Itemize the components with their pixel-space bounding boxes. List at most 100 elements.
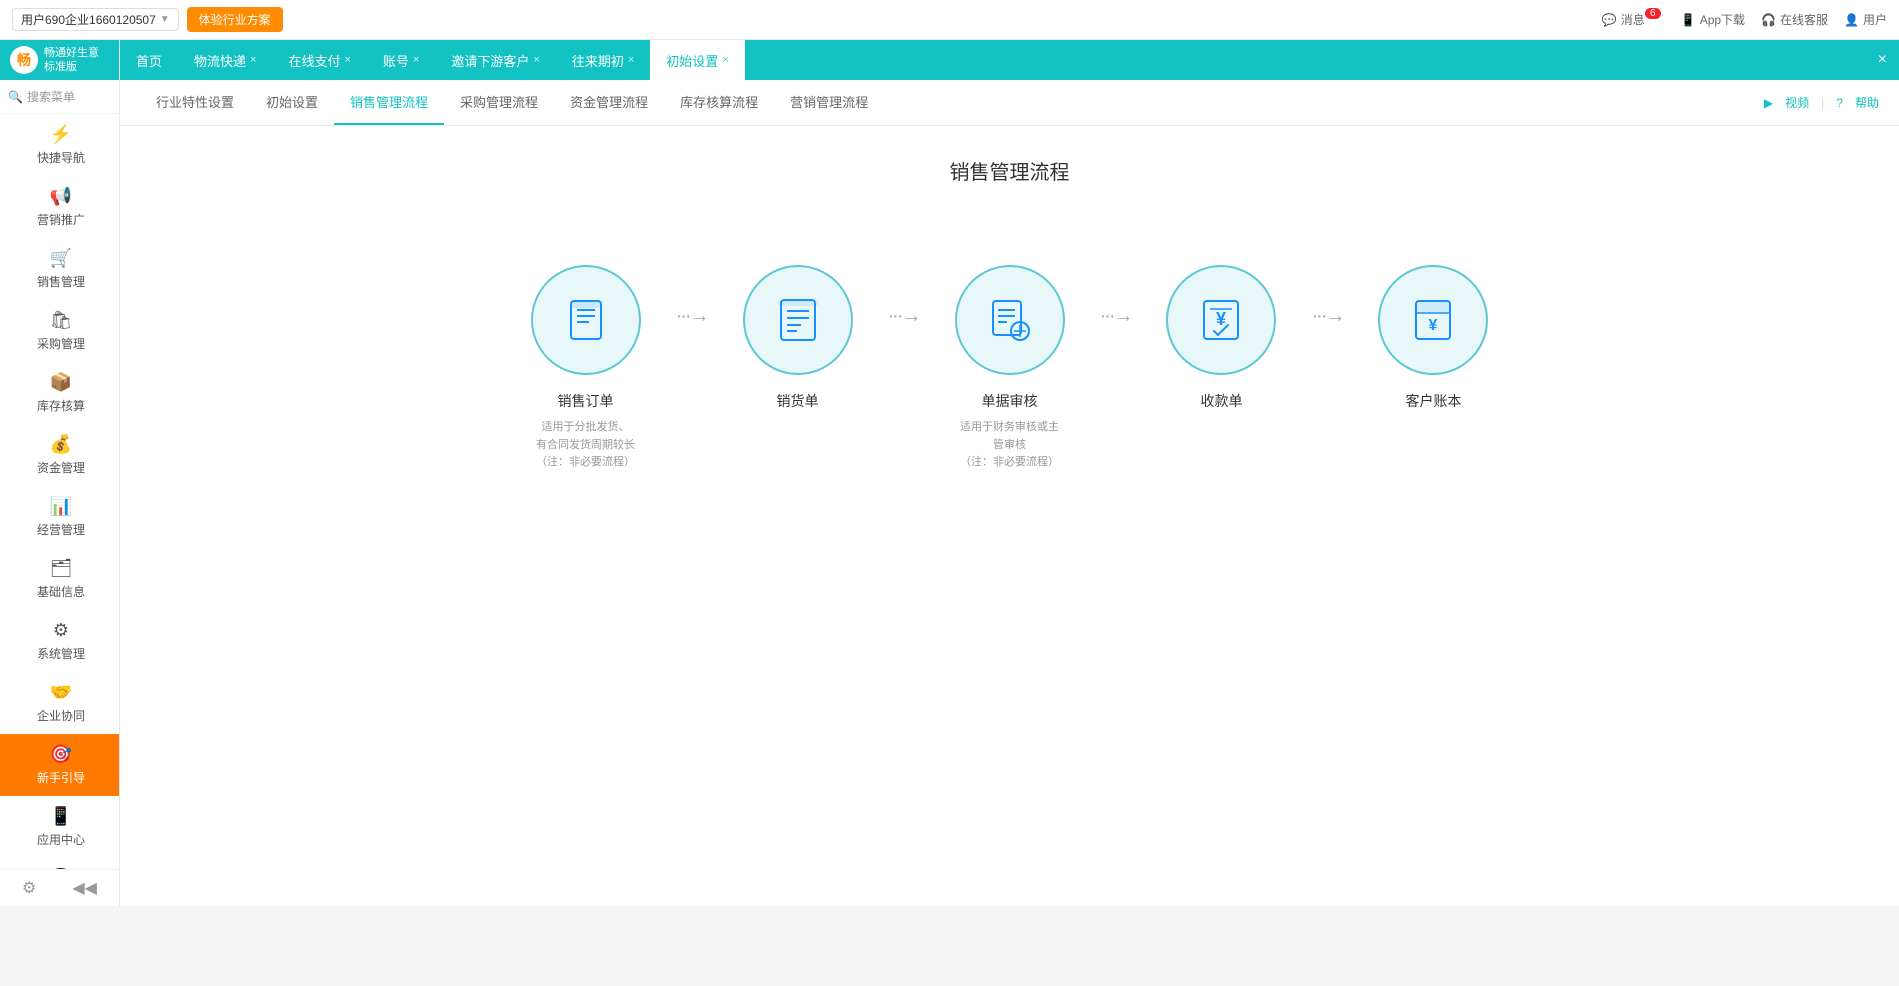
sub-tabs: 行业特性设置 初始设置 销售管理流程 采购管理流程 资金管理流程 库存核算流程 … — [120, 80, 1899, 126]
new-guide-icon: 🎯 — [50, 744, 72, 765]
header-right: 💬 消息 6 📱 App下载 🎧 在线客服 👤 用户 — [1602, 11, 1887, 28]
main-content: 行业特性设置 初始设置 销售管理流程 采购管理流程 资金管理流程 库存核算流程 … — [120, 80, 1899, 906]
sub-tab-inventory-flow[interactable]: 库存核算流程 — [664, 80, 774, 125]
nav-tab-account[interactable]: 账号 × — [367, 40, 435, 80]
sidebar-item-label: 应用中心 — [37, 831, 85, 848]
message-item[interactable]: 💬 消息 6 — [1602, 11, 1665, 28]
flow-step-title: 收款单 — [1200, 391, 1242, 411]
nav-tab-label: 首页 — [136, 51, 162, 70]
online-service-item[interactable]: 🎧 在线客服 — [1761, 11, 1828, 28]
flow-circle-customer-ledger: ¥ — [1378, 265, 1488, 375]
sidebar-item-corp-wechat[interactable]: 💬 企业微信 — [0, 858, 119, 869]
nav-tab-logistics[interactable]: 物流快递 × — [178, 40, 272, 80]
flow-step-desc: 适用于分批发货、有合同发货周期较长（注：非必要流程） — [536, 419, 635, 472]
flow-circle-sales-invoice — [743, 265, 853, 375]
sub-tab-sales-flow[interactable]: 销售管理流程 — [334, 80, 444, 125]
sidebar-item-basic-info[interactable]: 🗂 基础信息 — [0, 548, 119, 610]
flow-step-receipt: ¥ 收款单 — [1131, 265, 1311, 419]
sidebar-item-label: 经营管理 — [37, 521, 85, 538]
video-label[interactable]: 视频 — [1785, 94, 1809, 111]
sub-tabs-right: ▶ 视频 | ? 帮助 — [1764, 94, 1879, 111]
tab-close-icon[interactable]: × — [533, 54, 539, 66]
tab-close-icon[interactable]: × — [722, 54, 728, 66]
header-left: 用户690企业1660120507 ▼ 体验行业方案 — [12, 7, 283, 32]
nav-tab-invite[interactable]: 邀请下游客户 × — [435, 40, 555, 80]
nav-tab-label: 物流快递 — [194, 51, 246, 70]
nav-tab-label: 在线支付 — [288, 51, 340, 70]
message-label: 消息 — [1621, 11, 1645, 28]
tab-close-icon[interactable]: × — [250, 54, 256, 66]
sidebar-item-sales-mgmt[interactable]: 🛒 销售管理 — [0, 238, 119, 300]
sidebar-items: ⚡ 快捷导航 📢 营销推广 🛒 销售管理 🛍 采购管理 📦 库存核算 💰 资金管… — [0, 114, 119, 869]
flow-step-title: 客户账本 — [1405, 391, 1461, 411]
help-label[interactable]: 帮助 — [1855, 94, 1879, 111]
message-icon: 💬 — [1602, 13, 1617, 27]
search-icon: 🔍 — [8, 90, 23, 104]
flow-step-sales-order: 销售订单 适用于分批发货、有合同发货周期较长（注：非必要流程） — [496, 265, 676, 472]
sidebar-item-quick-nav[interactable]: ⚡ 快捷导航 — [0, 114, 119, 176]
sidebar-item-finance-mgmt[interactable]: 💰 资金管理 — [0, 424, 119, 486]
sidebar-item-inventory[interactable]: 📦 库存核算 — [0, 362, 119, 424]
sub-tab-industry[interactable]: 行业特性设置 — [140, 80, 250, 125]
sub-tab-initial-setup[interactable]: 初始设置 — [250, 80, 334, 125]
user-label: 用户 — [1863, 11, 1887, 28]
headset-icon: 🎧 — [1761, 13, 1776, 27]
basic-info-icon: 🗂 — [50, 558, 73, 579]
sidebar-search[interactable]: 🔍 搜索菜单 — [0, 80, 119, 114]
purchase-mgmt-icon: 🛍 — [50, 310, 73, 331]
sidebar-item-app-center[interactable]: 📱 应用中心 — [0, 796, 119, 858]
message-badge: 6 — [1645, 8, 1661, 19]
flow-circle-receipt: ¥ — [1166, 265, 1276, 375]
sidebar-item-new-guide[interactable]: 🎯 新手引导 — [0, 734, 119, 796]
sidebar-item-label: 资金管理 — [37, 459, 85, 476]
sidebar-item-label: 营销推广 — [37, 211, 85, 228]
nav-tab-label: 初始设置 — [666, 51, 718, 70]
sidebar-bottom: ⚙ ◀◀ — [0, 869, 119, 906]
trial-button[interactable]: 体验行业方案 — [187, 7, 283, 32]
marketing-promo-icon: 📢 — [50, 186, 72, 207]
tab-close-icon[interactable]: × — [413, 54, 419, 66]
sub-tab-purchase-flow[interactable]: 采购管理流程 — [444, 80, 554, 125]
app-download-label: App下载 — [1700, 11, 1745, 28]
sidebar-item-corp-collab[interactable]: 🤝 企业协同 — [0, 672, 119, 734]
sidebar-item-marketing-promo[interactable]: 📢 营销推广 — [0, 176, 119, 238]
tab-close-icon[interactable]: × — [628, 54, 634, 66]
search-label: 搜索菜单 — [27, 88, 75, 105]
flow-diagram: 销售订单 适用于分批发货、有合同发货周期较长（注：非必要流程） ···→ — [160, 245, 1859, 492]
sidebar-item-purchase-mgmt[interactable]: 🛍 采购管理 — [0, 300, 119, 362]
divider: | — [1821, 96, 1824, 110]
collapse-icon[interactable]: ◀◀ — [72, 878, 97, 898]
online-service-label: 在线客服 — [1780, 11, 1828, 28]
nav-tab-period[interactable]: 往来期初 × — [556, 40, 650, 80]
settings-icon[interactable]: ⚙ — [22, 878, 36, 898]
logo-text: 畅通好生意 标准版 — [44, 46, 99, 75]
nav-tab-home[interactable]: 首页 — [120, 40, 178, 80]
sales-invoice-icon — [773, 295, 823, 345]
sub-tab-marketing-flow[interactable]: 营销管理流程 — [774, 80, 884, 125]
doc-review-icon — [985, 295, 1035, 345]
nav-tab-label: 往来期初 — [572, 51, 624, 70]
flow-arrow-3: ···→ — [1100, 265, 1132, 328]
receipt-icon: ¥ — [1196, 295, 1246, 345]
nav-tab-label: 邀请下游客户 — [451, 51, 529, 70]
close-all-tabs-button[interactable]: × — [1866, 51, 1899, 69]
quick-nav-icon: ⚡ — [50, 124, 72, 145]
sidebar-item-ops-mgmt[interactable]: 📊 经营管理 — [0, 486, 119, 548]
sidebar-item-label: 库存核算 — [37, 397, 85, 414]
sidebar-item-sys-mgmt[interactable]: ⚙ 系统管理 — [0, 610, 119, 672]
inventory-icon: 📦 — [50, 372, 72, 393]
user-selector[interactable]: 用户690企业1660120507 ▼ — [12, 8, 179, 31]
nav-tab-init[interactable]: 初始设置 × — [650, 40, 744, 80]
tab-close-icon[interactable]: × — [344, 54, 350, 66]
sub-tab-capital-flow[interactable]: 资金管理流程 — [554, 80, 664, 125]
sidebar-item-label: 快捷导航 — [37, 149, 85, 166]
flow-arrow-4: ···→ — [1311, 265, 1343, 328]
user-item[interactable]: 👤 用户 — [1844, 11, 1887, 28]
app-download-item[interactable]: 📱 App下载 — [1681, 11, 1745, 28]
user-selector-text: 用户690企业1660120507 — [21, 11, 156, 28]
nav-tab-payment[interactable]: 在线支付 × — [272, 40, 366, 80]
flow-step-customer-ledger: ¥ 客户账本 — [1343, 265, 1523, 419]
flow-step-doc-review: 单据审核 适用于财务审核或主管审核（注：非必要流程） — [920, 265, 1100, 472]
sales-mgmt-icon: 🛒 — [50, 248, 72, 269]
sidebar: 畅 畅通好生意 标准版 🔍 搜索菜单 ⚡ 快捷导航 📢 营销推广 🛒 销售管理 … — [0, 40, 120, 906]
